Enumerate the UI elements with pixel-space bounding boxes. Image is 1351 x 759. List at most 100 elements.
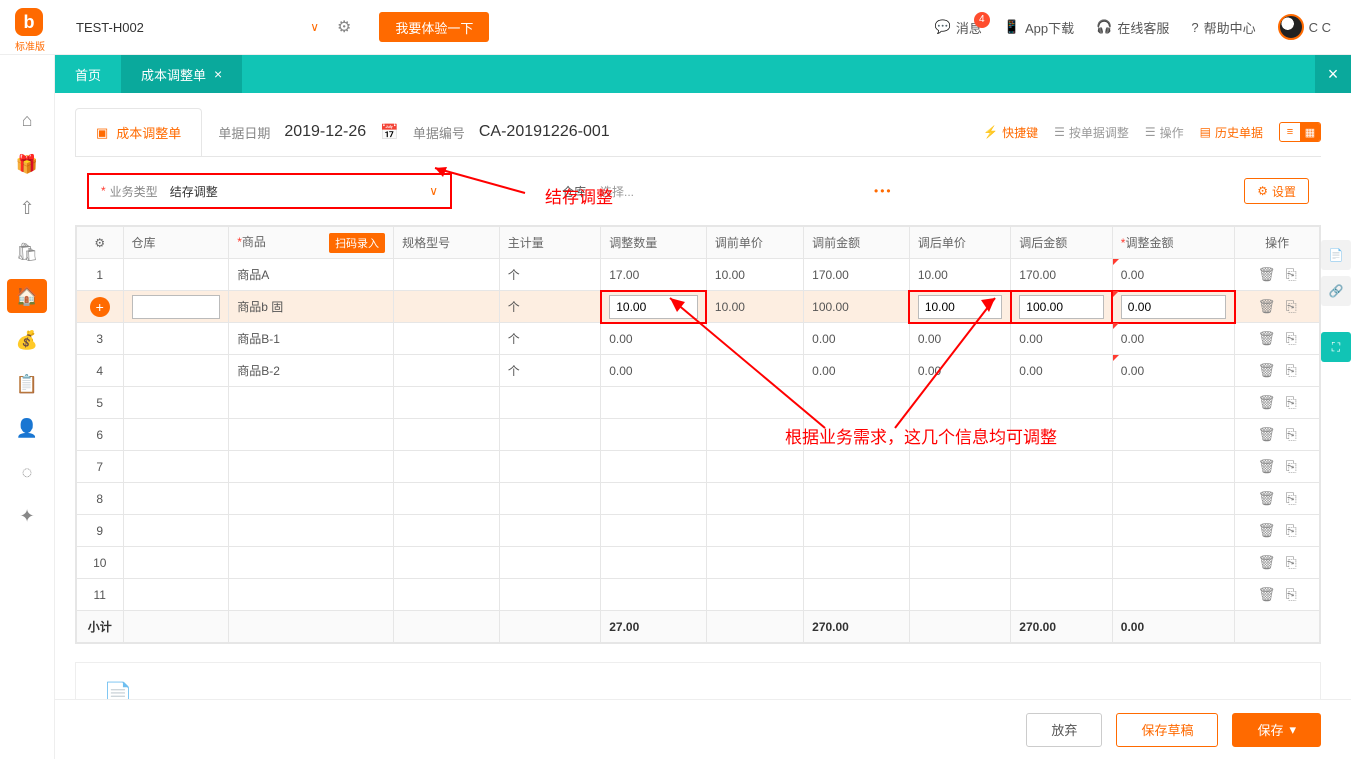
table-row[interactable]: 8🗑⎘ <box>77 483 1320 515</box>
customer-service-link[interactable]: 🎧在线客服 <box>1096 18 1169 37</box>
copy-icon[interactable]: ⎘ <box>1285 490 1296 507</box>
hotkey-link[interactable]: ⚡快捷键 <box>983 124 1038 141</box>
table-header-row: ⚙ 仓库 *商品扫码录入 规格型号 主计量 调整数量 调前单价 调前金额 调后单… <box>77 227 1320 259</box>
help-center-link[interactable]: ?帮助中心 <box>1191 18 1255 37</box>
table-row[interactable]: 7🗑⎘ <box>77 451 1320 483</box>
sidebar-money-icon[interactable]: 💰 <box>7 323 47 357</box>
delete-icon[interactable]: 🗑 <box>1258 298 1276 315</box>
gear-icon: ⚙ <box>1257 184 1268 198</box>
tab-cost-adjustment[interactable]: 成本调整单 × <box>121 55 242 93</box>
per-bill-link[interactable]: ☰ 按单据调整 <box>1054 124 1129 141</box>
scan-input-tag[interactable]: 扫码录入 <box>329 233 385 253</box>
save-draft-button[interactable]: 保存草稿 <box>1116 713 1218 747</box>
copy-icon[interactable]: ⎘ <box>1285 266 1296 283</box>
tab-home[interactable]: 首页 <box>55 55 121 93</box>
doc-no-value: CA-20191226-001 <box>479 123 610 141</box>
view-grid-icon[interactable]: ▦ <box>1300 123 1320 141</box>
close-all-tabs[interactable]: × <box>1315 55 1351 93</box>
history-link[interactable]: ▤ 历史单据 <box>1200 124 1263 141</box>
copy-icon[interactable]: ⎘ <box>1285 330 1296 347</box>
delete-icon[interactable]: 🗑 <box>1258 522 1276 539</box>
rail-note-icon[interactable]: 📄 <box>1321 240 1351 270</box>
table-row[interactable]: 10🗑⎘ <box>77 547 1320 579</box>
copy-icon[interactable]: ⎘ <box>1285 362 1296 379</box>
gear-icon[interactable]: ⚙ <box>337 17 351 37</box>
business-type-select[interactable]: * 业务类型 结存调整 ∨ <box>87 173 452 209</box>
table-row[interactable]: +商品b 固个10.00100.00🗑⎘ <box>77 291 1320 323</box>
view-list-icon[interactable]: ≡ <box>1280 123 1300 141</box>
table-row[interactable]: 5🗑⎘ <box>77 387 1320 419</box>
close-icon[interactable]: × <box>214 66 222 82</box>
calendar-icon[interactable]: 📅 <box>380 123 399 141</box>
sidebar-profile-icon[interactable]: 👤 <box>7 411 47 445</box>
date-label: 单据日期 <box>218 123 270 142</box>
col-spec: 规格型号 <box>394 227 500 259</box>
delete-icon[interactable]: 🗑 <box>1258 426 1276 443</box>
copy-icon[interactable]: ⎘ <box>1285 522 1296 539</box>
save-button[interactable]: 保存▾ <box>1232 713 1321 747</box>
more-icon[interactable]: ••• <box>874 184 893 198</box>
sidebar-clipboard-icon[interactable]: 📋 <box>7 367 47 401</box>
sidebar-warehouse-icon[interactable]: 🏠 <box>7 279 47 313</box>
operations-link[interactable]: ☰ 操作 <box>1145 124 1184 141</box>
settings-button[interactable]: ⚙设置 <box>1244 178 1309 204</box>
view-toggle[interactable]: ≡ ▦ <box>1279 122 1321 142</box>
table-row[interactable]: 1商品A个17.0010.00170.0010.00170.000.00🗑⎘ <box>77 259 1320 291</box>
rail-link-icon[interactable]: 🔗 <box>1321 276 1351 306</box>
table-row[interactable]: 4商品B-2个0.000.000.000.000.00🗑⎘ <box>77 355 1320 387</box>
post-price-input[interactable] <box>918 295 1002 319</box>
sidebar-home-icon[interactable]: ⌂ <box>7 103 47 137</box>
doc-no-label: 单据编号 <box>413 123 465 142</box>
footer-actions: 放弃 保存草稿 保存▾ <box>55 699 1351 759</box>
copy-icon[interactable]: ⎘ <box>1285 298 1296 315</box>
delete-icon[interactable]: 🗑 <box>1258 330 1276 347</box>
sidebar-bag-icon[interactable]: 🛍 <box>7 235 47 269</box>
app-download-link[interactable]: 📱App下载 <box>1004 18 1074 37</box>
sidebar-up-icon[interactable]: ⇧ <box>7 191 47 225</box>
data-table: ⚙ 仓库 *商品扫码录入 规格型号 主计量 调整数量 调前单价 调前金额 调后单… <box>75 225 1321 644</box>
rail-expand-icon[interactable]: ⛶ <box>1321 332 1351 362</box>
qty-input[interactable] <box>609 295 698 319</box>
warehouse-select[interactable]: 仓库 选择... <box>562 183 634 200</box>
col-warehouse: 仓库 <box>123 227 229 259</box>
table-row[interactable]: 6🗑⎘ <box>77 419 1320 451</box>
phone-icon: 📱 <box>1004 19 1020 35</box>
table-row[interactable]: 3商品B-1个0.000.000.000.000.00🗑⎘ <box>77 323 1320 355</box>
delete-icon[interactable]: 🗑 <box>1258 362 1276 379</box>
messages-link[interactable]: 💬 消息 4 <box>935 18 982 37</box>
sidebar-refresh-icon[interactable]: ◌ <box>7 455 47 489</box>
adj-amount-input[interactable] <box>1121 295 1227 319</box>
delete-icon[interactable]: 🗑 <box>1258 554 1276 571</box>
sidebar-new-icon[interactable]: ✦ <box>7 499 47 533</box>
table-row[interactable]: 11🗑⎘ <box>77 579 1320 611</box>
sidebar: ⌂ 🎁 ⇧ 🛍 🏠 💰 📋 👤 ◌ ✦ <box>0 55 55 759</box>
header-actions: ⚡快捷键 ☰ 按单据调整 ☰ 操作 ▤ 历史单据 ≡ ▦ <box>983 122 1321 142</box>
delete-icon[interactable]: 🗑 <box>1258 490 1276 507</box>
document-tab[interactable]: ▣ 成本调整单 <box>75 108 202 156</box>
delete-icon[interactable]: 🗑 <box>1258 266 1276 283</box>
page-tabs: 首页 成本调整单 × × <box>0 55 1351 93</box>
copy-icon[interactable]: ⎘ <box>1285 458 1296 475</box>
col-post-amount: 调后金额 <box>1011 227 1112 259</box>
copy-icon[interactable]: ⎘ <box>1285 586 1296 603</box>
experience-button[interactable]: 我要体验一下 <box>379 12 489 42</box>
avatar <box>1278 14 1304 40</box>
logo: b 标准版 <box>15 8 45 53</box>
sidebar-gift-icon[interactable]: 🎁 <box>7 147 47 181</box>
post-amount-input[interactable] <box>1019 295 1103 319</box>
copy-icon[interactable]: ⎘ <box>1285 426 1296 443</box>
top-actions: 💬 消息 4 📱App下载 🎧在线客服 ?帮助中心 C C <box>935 14 1331 40</box>
col-gear[interactable]: ⚙ <box>77 227 124 259</box>
copy-icon[interactable]: ⎘ <box>1285 394 1296 411</box>
discard-button[interactable]: 放弃 <box>1026 713 1102 747</box>
delete-icon[interactable]: 🗑 <box>1258 394 1276 411</box>
delete-icon[interactable]: 🗑 <box>1258 458 1276 475</box>
table-row[interactable]: 9🗑⎘ <box>77 515 1320 547</box>
date-value[interactable]: 2019-12-26 <box>284 123 366 141</box>
org-selector[interactable]: TEST-H002 ∨ <box>70 12 325 42</box>
add-row-icon[interactable]: + <box>90 297 110 317</box>
delete-icon[interactable]: 🗑 <box>1258 586 1276 603</box>
copy-icon[interactable]: ⎘ <box>1285 554 1296 571</box>
warehouse-input[interactable] <box>132 295 221 319</box>
user-menu[interactable]: C C <box>1278 14 1331 40</box>
